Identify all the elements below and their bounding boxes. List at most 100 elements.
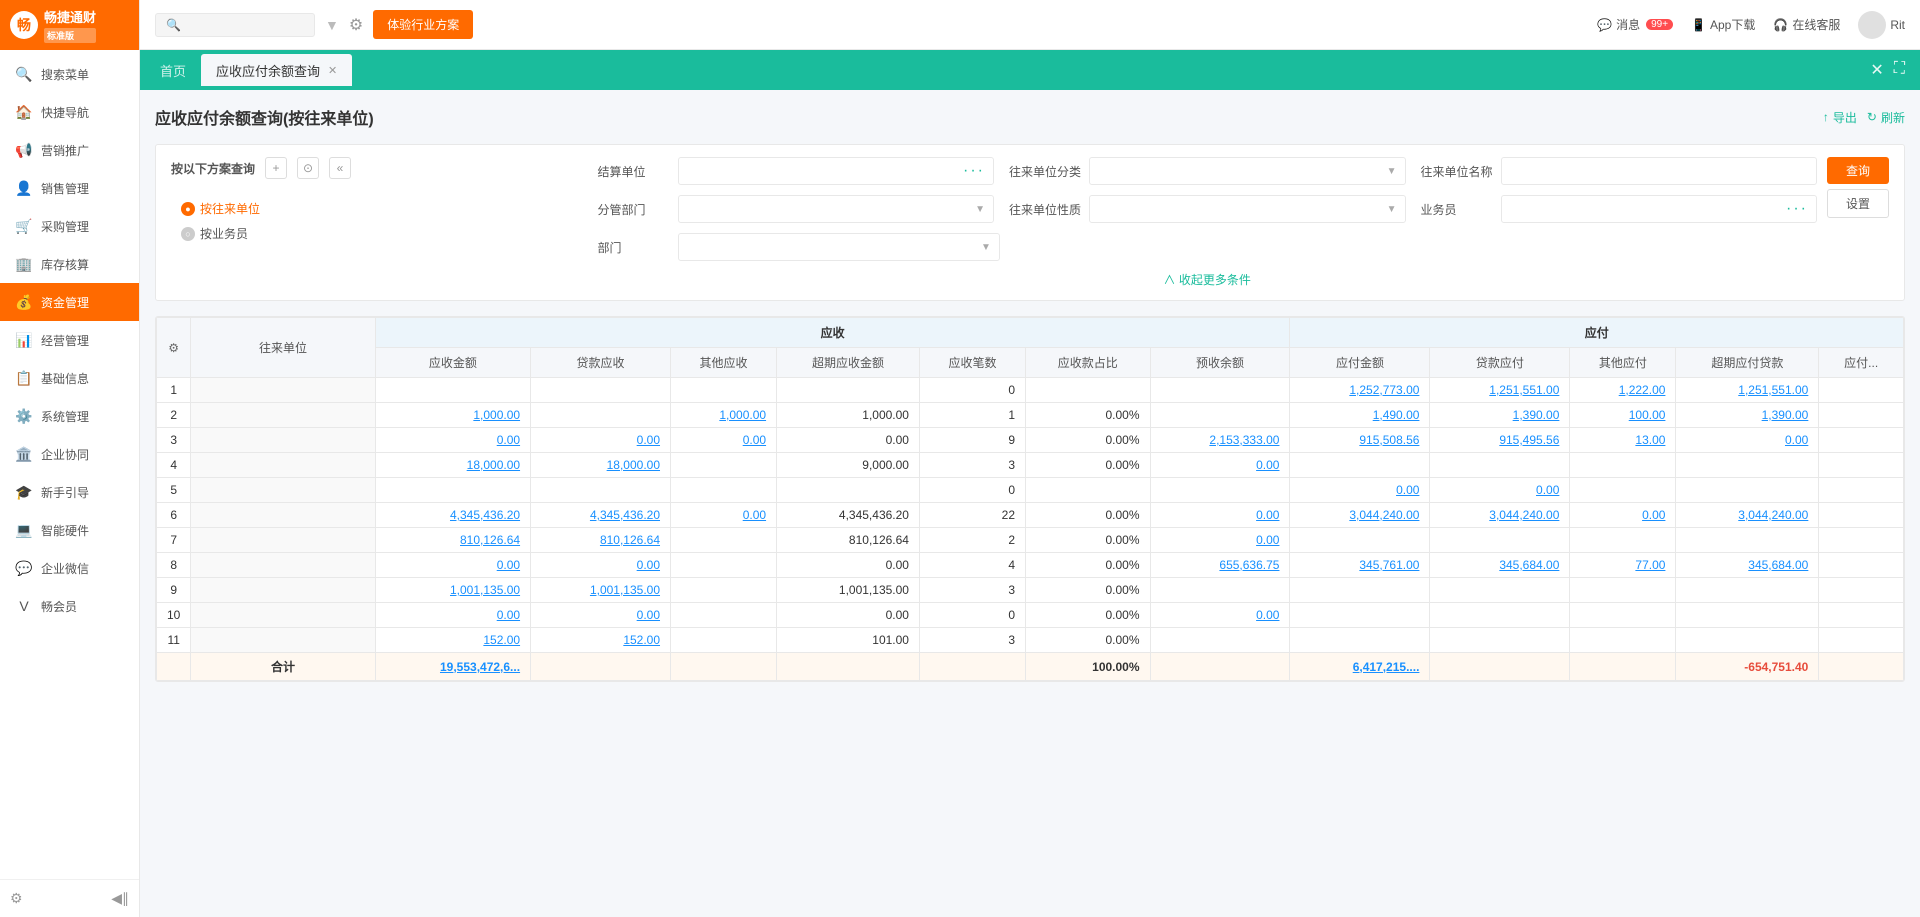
- row-ar-amount: 0.00: [375, 428, 530, 453]
- tab-home[interactable]: 首页: [145, 54, 201, 86]
- sidebar-label-quick-nav: 快捷导航: [41, 104, 89, 121]
- salesman-input[interactable]: ···: [1501, 195, 1818, 223]
- row-prepay: [1150, 628, 1290, 653]
- table-row: 4 18,000.00 18,000.00 9,000.00 3 0.00% 0…: [157, 453, 1904, 478]
- filter-add-btn[interactable]: +: [265, 157, 287, 179]
- th-group-ap: 应付: [1290, 318, 1904, 348]
- sidebar-label-system: 系统管理: [41, 408, 89, 425]
- unit-name-input[interactable]: [1501, 157, 1818, 185]
- row-ap-more: [1819, 403, 1904, 428]
- query-buttons: 查询 设置: [1827, 157, 1889, 218]
- dept-select[interactable]: ▼: [678, 195, 995, 223]
- tab-close-icon[interactable]: ✕: [328, 64, 337, 77]
- row-num: 2: [157, 403, 191, 428]
- unit-category-select[interactable]: ▼: [1089, 157, 1406, 185]
- row-prepay: 0.00: [1150, 453, 1290, 478]
- row-ar-amount: [375, 378, 530, 403]
- row-num: 9: [157, 578, 191, 603]
- row-ap-more: [1819, 378, 1904, 403]
- user-info[interactable]: Rit: [1858, 11, 1905, 39]
- sidebar-item-enterprise[interactable]: 🏛️企业协同: [0, 435, 139, 473]
- th-ar-loan: 贷款应收: [531, 348, 671, 378]
- table-row: 8 0.00 0.00 0.00 4 0.00% 655,636.75 345,…: [157, 553, 1904, 578]
- th-ar-overdue: 超期应收金额: [777, 348, 920, 378]
- tab-bar: 首页 应收应付余额查询 ✕ ✕ ⛶: [140, 50, 1920, 90]
- page-wrapper: 应收应付余额查询(按往来单位) ↑ 导出 ↻ 刷新: [140, 90, 1920, 697]
- sidebar-item-guide[interactable]: 🎓新手引导: [0, 473, 139, 511]
- row-ar-amount: 1,001,135.00: [375, 578, 530, 603]
- sidebar-label-sales: 销售管理: [41, 180, 89, 197]
- dept2-select[interactable]: ▼: [678, 233, 1000, 261]
- trial-btn[interactable]: 体验行业方案: [373, 10, 473, 39]
- row-ar-ratio: 0.00%: [1026, 628, 1150, 653]
- filter-settings-btn[interactable]: ⊙: [297, 157, 319, 179]
- filter-panel: 按以下方案查询 + ⊙ « ● 按往来单位: [155, 144, 1905, 301]
- sidebar-item-quick-nav[interactable]: 🏠快捷导航: [0, 93, 139, 131]
- tab-maximize-icon[interactable]: ⛶: [1894, 60, 1905, 80]
- row-ar-overdue: 1,001,135.00: [777, 578, 920, 603]
- row-num: 5: [157, 478, 191, 503]
- row-ar-other: [671, 528, 777, 553]
- app-download-btn[interactable]: 📱 App下载: [1691, 16, 1755, 33]
- row-ap-loan: 1,390.00: [1430, 403, 1570, 428]
- export-btn[interactable]: ↑ 导出: [1823, 109, 1857, 126]
- sidebar-settings-btn[interactable]: ⚙: [10, 890, 23, 907]
- tab-query[interactable]: 应收应付余额查询 ✕: [201, 54, 352, 86]
- messages-btn[interactable]: 💬 消息 99+: [1597, 16, 1673, 33]
- row-ap-overdue: [1676, 528, 1819, 553]
- guide-icon: 🎓: [15, 483, 33, 501]
- filter-collapse-btn[interactable]: «: [329, 157, 351, 179]
- sidebar-label-enterprise: 企业协同: [41, 446, 89, 463]
- sidebar-label-wechat: 企业微信: [41, 560, 89, 577]
- th-ar-other: 其他应收: [671, 348, 777, 378]
- setting-btn[interactable]: 设置: [1827, 189, 1889, 218]
- row-unit: [191, 578, 375, 603]
- settlement-unit-label: 结算单位: [598, 163, 678, 180]
- footer-ap-total[interactable]: 6,417,215....: [1290, 653, 1430, 681]
- scheme-by-salesman[interactable]: ○ 按业务员: [171, 221, 578, 246]
- sidebar-item-wechat[interactable]: 💬企业微信: [0, 549, 139, 587]
- dept-chevron: ▼: [975, 204, 985, 215]
- table-footer: 合计 19,553,472,6... 100.00% 6,417,215....: [157, 653, 1904, 681]
- marketing-icon: 📢: [15, 141, 33, 159]
- row-ar-overdue: 101.00: [777, 628, 920, 653]
- table-row: 5 0 0.00 0.00: [157, 478, 1904, 503]
- row-ar-loan: 152.00: [531, 628, 671, 653]
- settlement-unit-input[interactable]: ···: [678, 157, 995, 185]
- th-settings[interactable]: ⚙: [157, 318, 191, 378]
- row-ap-amount: 1,252,773.00: [1290, 378, 1430, 403]
- online-service-btn[interactable]: 🎧 在线客服: [1773, 16, 1840, 33]
- table-settings-icon[interactable]: ⚙: [168, 341, 179, 355]
- th-ap-amount: 应付金额: [1290, 348, 1430, 378]
- sidebar-item-inventory[interactable]: 🏢库存核算: [0, 245, 139, 283]
- row-ap-overdue: [1676, 578, 1819, 603]
- sidebar-item-basic-info[interactable]: 📋基础信息: [0, 359, 139, 397]
- topbar-dropdown-icon[interactable]: ▼: [325, 17, 339, 33]
- row-ar-amount: 0.00: [375, 603, 530, 628]
- sidebar-item-sales[interactable]: 👤销售管理: [0, 169, 139, 207]
- sidebar-item-capital[interactable]: 💰资金管理: [0, 283, 139, 321]
- refresh-btn[interactable]: ↻ 刷新: [1867, 109, 1905, 126]
- sidebar-item-member[interactable]: V畅会员: [0, 587, 139, 625]
- tab-close-window-icon[interactable]: ✕: [1870, 60, 1883, 80]
- row-ar-other: [671, 453, 777, 478]
- sidebar-item-marketing[interactable]: 📢营销推广: [0, 131, 139, 169]
- footer-ar-ratio: 100.00%: [1026, 653, 1150, 681]
- sidebar-item-operations[interactable]: 📊经营管理: [0, 321, 139, 359]
- row-ar-other: 0.00: [671, 503, 777, 528]
- row-ar-count: 2: [919, 528, 1025, 553]
- sidebar-item-system[interactable]: ⚙️系统管理: [0, 397, 139, 435]
- row-ap-amount: 3,044,240.00: [1290, 503, 1430, 528]
- scheme-by-unit[interactable]: ● 按往来单位: [171, 196, 578, 221]
- topbar-search-box[interactable]: 🔍: [155, 13, 315, 37]
- scheme-dot-active: ●: [181, 202, 195, 216]
- footer-ar-total[interactable]: 19,553,472,6...: [375, 653, 530, 681]
- query-btn[interactable]: 查询: [1827, 157, 1889, 184]
- sidebar-collapse-btn[interactable]: ◀∥: [111, 890, 129, 907]
- topbar-gear-icon[interactable]: ⚙: [349, 15, 363, 35]
- filter-collapse-btn[interactable]: ∧ 收起更多条件: [598, 271, 1817, 288]
- unit-nature-select[interactable]: ▼: [1089, 195, 1406, 223]
- sidebar-item-purchase[interactable]: 🛒采购管理: [0, 207, 139, 245]
- sidebar-item-search-menu[interactable]: 🔍搜索菜单: [0, 55, 139, 93]
- sidebar-item-hardware[interactable]: 💻智能硬件: [0, 511, 139, 549]
